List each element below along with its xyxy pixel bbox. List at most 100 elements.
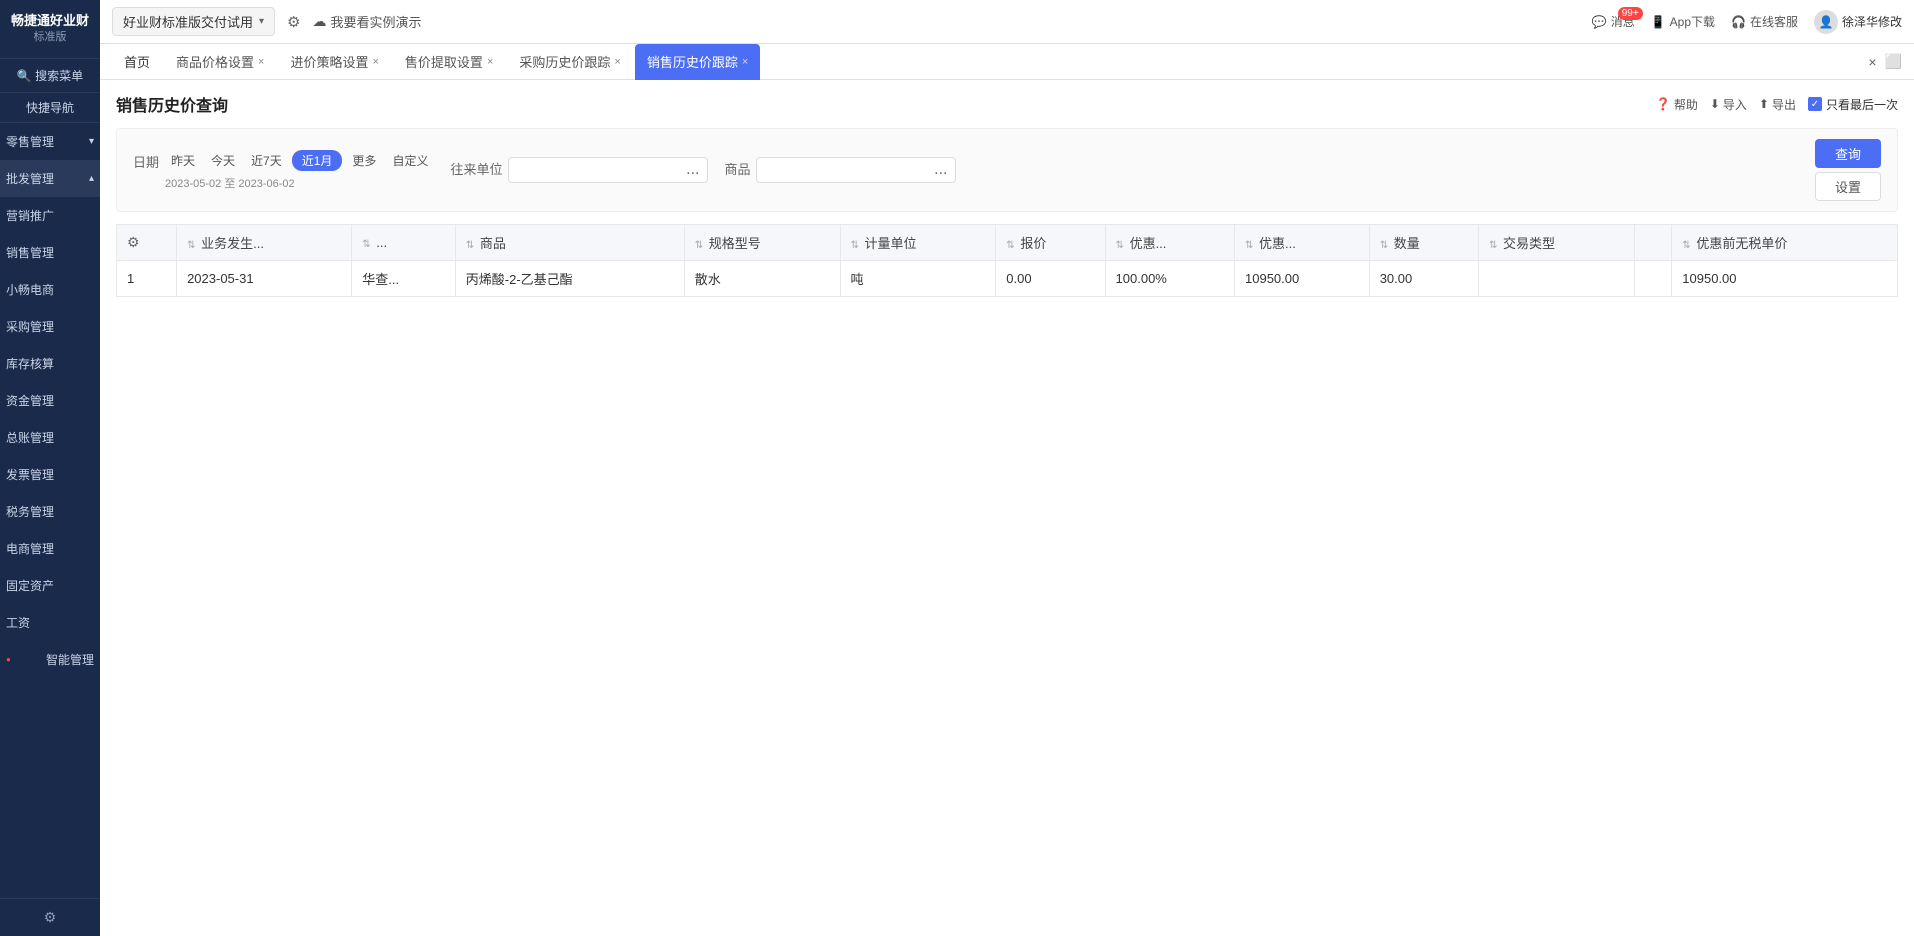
sidebar-quick-nav[interactable]: 快捷导航: [0, 93, 100, 123]
sidebar-item-finance[interactable]: 资金管理: [0, 382, 100, 419]
only-last-checkbox[interactable]: ✓ 只看最后一次: [1808, 96, 1898, 113]
filter-product-label: 商品: [724, 159, 750, 178]
tab-price-setting-close[interactable]: ×: [258, 56, 264, 68]
sidebar-item-sales[interactable]: 销售管理: [0, 234, 100, 271]
topbar-app-download[interactable]: 📱 App下载: [1651, 13, 1715, 30]
sidebar-search[interactable]: 🔍 搜索菜单: [0, 59, 100, 93]
sidebar-footer[interactable]: ⚙: [0, 898, 100, 936]
setting-button[interactable]: 设置: [1815, 172, 1881, 201]
sidebar-item-retail[interactable]: 零售管理 ▾: [0, 123, 100, 160]
th-discount2[interactable]: ⇅ 优惠...: [1235, 225, 1370, 261]
import-link[interactable]: ⬇ 导入: [1710, 96, 1747, 113]
search-icon: 🔍: [17, 69, 32, 83]
date-yesterday[interactable]: 昨天: [165, 150, 201, 171]
sidebar-logo-title: 畅捷通好业财: [8, 12, 92, 30]
source-unit-input[interactable]: [517, 163, 682, 177]
th-qty-label: 数量: [1394, 236, 1420, 251]
sidebar-item-payroll[interactable]: 工资: [0, 604, 100, 641]
filter-source-unit-label: 往来单位: [450, 159, 502, 178]
sidebar-item-inventory-label: 库存核算: [6, 355, 54, 372]
tab-sales-history-label: 销售历史价跟踪: [647, 52, 738, 71]
user-icon: 👤: [1819, 15, 1834, 29]
tab-purchase-history-close[interactable]: ×: [614, 56, 620, 68]
source-unit-more-icon[interactable]: ...: [686, 161, 699, 179]
sidebar-item-ecommerce-small[interactable]: 小畅电商: [0, 271, 100, 308]
th-unit[interactable]: ⇅ 计量单位: [840, 225, 996, 261]
th-more-cols[interactable]: ⇅ ...: [352, 225, 456, 261]
sidebar-item-ecommerce-small-label: 小畅电商: [6, 281, 54, 298]
date-more[interactable]: 更多: [346, 150, 382, 171]
sidebar-item-ledger[interactable]: 总账管理: [0, 419, 100, 456]
sidebar-item-wholesale[interactable]: 批发管理 ▴: [0, 160, 100, 197]
sidebar-item-finance-label: 资金管理: [6, 392, 54, 409]
th-trade-type[interactable]: ⇅ 交易类型: [1478, 225, 1634, 261]
tab-price-extract-close[interactable]: ×: [487, 56, 493, 68]
td-spec: 散水: [684, 261, 840, 297]
topbar-online-service[interactable]: 🎧 在线客服: [1731, 13, 1798, 30]
sidebar-item-tax[interactable]: 税务管理: [0, 493, 100, 530]
date-custom[interactable]: 自定义: [386, 150, 434, 171]
topbar-demo-button[interactable]: ☁ 我要看实例演示: [313, 12, 422, 31]
tab-price-strategy-label: 进价策略设置: [290, 52, 368, 71]
th-price[interactable]: ⇅ 报价: [996, 225, 1105, 261]
table-row: 1 2023-05-31 华查... 丙烯酸-2-乙基己酯 散水 吨 0.00 …: [117, 261, 1898, 297]
topbar-messages[interactable]: 💬 消息 99+: [1592, 13, 1635, 30]
filter-source-unit-input-group: ...: [508, 157, 708, 183]
filter-product-input-group: ...: [756, 157, 956, 183]
sidebar-item-marketing[interactable]: 营销推广: [0, 197, 100, 234]
page-content: 销售历史价查询 ❓ 帮助 ⬇ 导入 ⬆ 导出 ✓ 只看最后一次: [100, 80, 1914, 936]
tab-price-strategy-close[interactable]: ×: [372, 56, 378, 68]
query-button[interactable]: 查询: [1815, 139, 1881, 168]
product-more-icon[interactable]: ...: [934, 161, 947, 179]
sidebar-item-inventory[interactable]: 库存核算: [0, 345, 100, 382]
panel-close-icon[interactable]: ×: [1868, 54, 1876, 70]
sidebar-item-invoice[interactable]: 发票管理: [0, 456, 100, 493]
export-link[interactable]: ⬆ 导出: [1759, 96, 1796, 113]
topbar-gear-icon[interactable]: ⚙: [287, 13, 300, 31]
sidebar-item-purchase[interactable]: 采购管理: [0, 308, 100, 345]
product-input[interactable]: [765, 163, 930, 177]
app-download-label: App下载: [1670, 13, 1715, 30]
date-last1month[interactable]: 近1月: [292, 150, 343, 171]
th-spec[interactable]: ⇅ 规格型号: [684, 225, 840, 261]
tab-price-setting-label: 商品价格设置: [176, 52, 254, 71]
date-last7[interactable]: 近7天: [245, 150, 288, 171]
sort-icon-9: ⇅: [1380, 240, 1388, 251]
sidebar-item-ecommerce[interactable]: 电商管理: [0, 530, 100, 567]
sidebar-item-smart[interactable]: ● 智能管理: [0, 641, 100, 678]
sidebar-item-sales-label: 销售管理: [6, 244, 54, 261]
th-gear[interactable]: ⚙: [117, 225, 177, 261]
th-pretax-price[interactable]: ⇅ 优惠前无税单价: [1672, 225, 1898, 261]
sidebar-item-smart-label: 智能管理: [46, 651, 94, 668]
sidebar-item-assets[interactable]: 固定资产: [0, 567, 100, 604]
th-discount1[interactable]: ⇅ 优惠...: [1105, 225, 1234, 261]
sidebar-logo: 畅捷通好业财 标准版: [0, 0, 100, 59]
date-today[interactable]: 今天: [205, 150, 241, 171]
sidebar-item-wholesale-label: 批发管理: [6, 170, 54, 187]
td-spacer: [1634, 261, 1672, 297]
topbar-edition-dropdown[interactable]: 好业财标准版交付试用 ▾: [112, 7, 275, 36]
page-title: 销售历史价查询: [116, 92, 228, 116]
panel-maximize-icon[interactable]: ⬜: [1885, 53, 1902, 70]
tab-home[interactable]: 首页: [112, 44, 162, 80]
tab-sales-history[interactable]: 销售历史价跟踪 ×: [635, 44, 760, 80]
th-date[interactable]: ⇅ 业务发生...: [177, 225, 352, 261]
th-product[interactable]: ⇅ 商品: [455, 225, 684, 261]
settings-icon[interactable]: ⚙: [44, 909, 57, 925]
help-link[interactable]: ❓ 帮助: [1656, 96, 1698, 113]
tab-sales-history-close[interactable]: ×: [742, 56, 748, 68]
th-qty[interactable]: ⇅ 数量: [1369, 225, 1478, 261]
th-more-cols-label: ...: [376, 235, 387, 250]
sort-icon: ⇅: [187, 240, 195, 251]
red-dot-icon: ●: [6, 655, 11, 664]
tab-purchase-history[interactable]: 采购历史价跟踪 ×: [507, 44, 632, 80]
tab-price-extract[interactable]: 售价提取设置 ×: [393, 44, 505, 80]
td-more-cols: 华查...: [352, 261, 456, 297]
tab-price-setting[interactable]: 商品价格设置 ×: [164, 44, 276, 80]
topbar-user[interactable]: 👤 徐泽华修改: [1814, 10, 1902, 34]
th-date-label: 业务发生...: [201, 236, 264, 251]
import-label: 导入: [1723, 96, 1747, 113]
tab-price-strategy[interactable]: 进价策略设置 ×: [278, 44, 390, 80]
export-icon: ⬆: [1759, 97, 1769, 111]
import-icon: ⬇: [1710, 97, 1720, 111]
